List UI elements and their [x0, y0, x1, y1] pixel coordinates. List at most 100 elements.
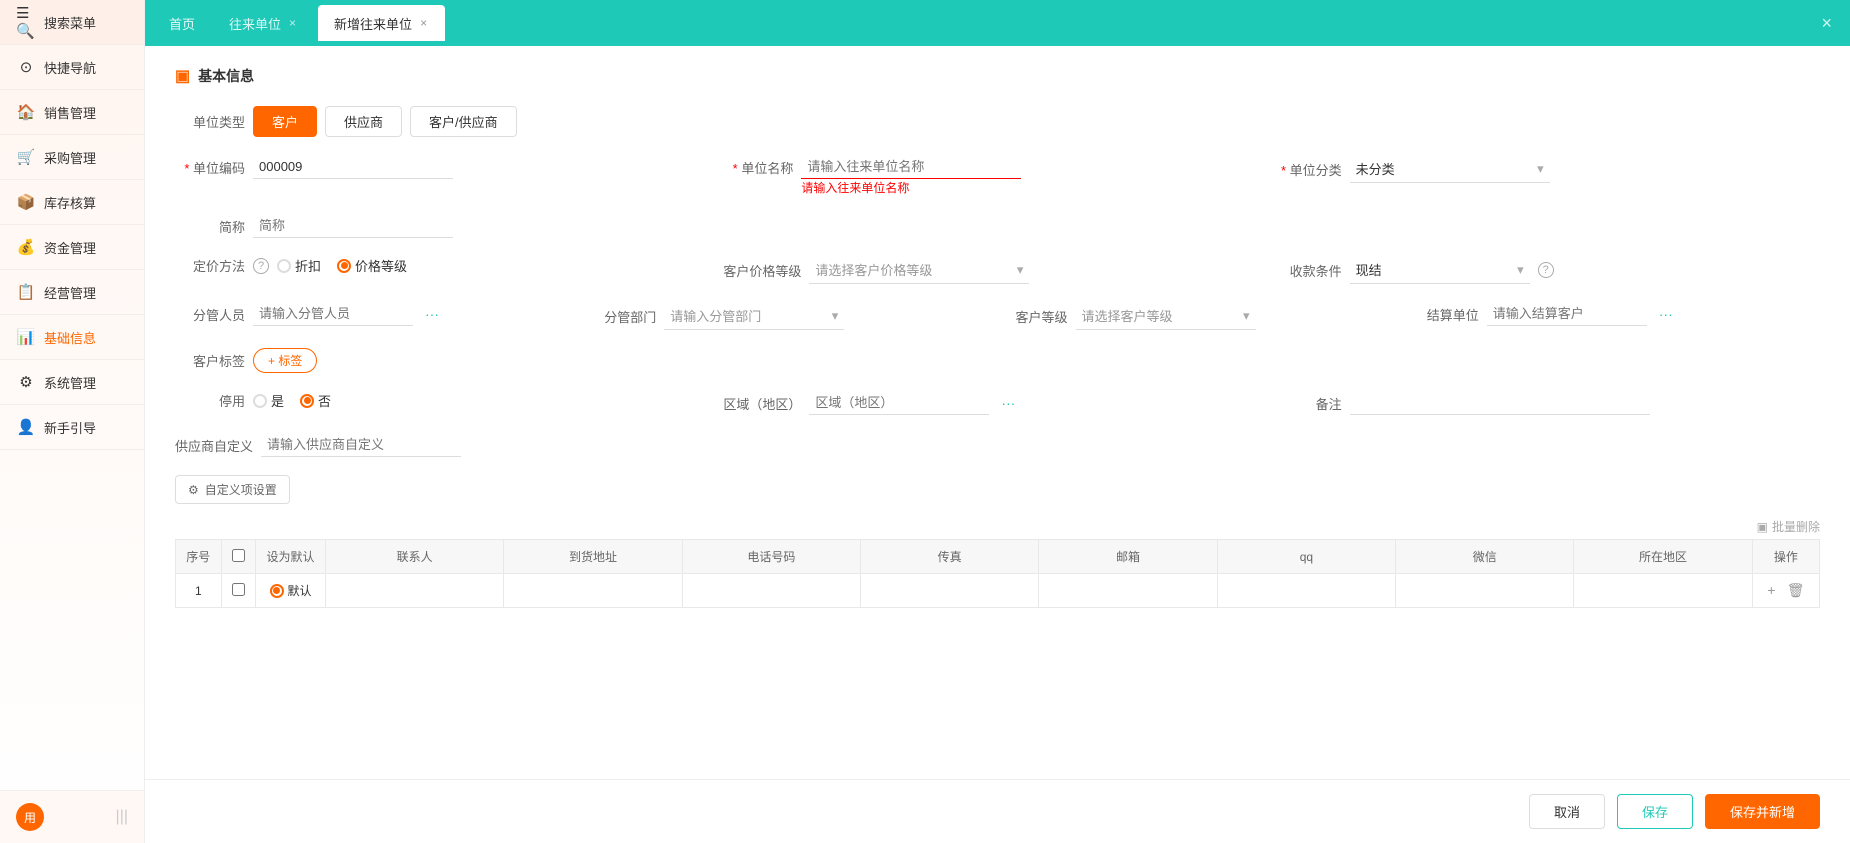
region-input[interactable]	[809, 391, 989, 415]
unit-type-customer[interactable]: 客户	[253, 106, 317, 137]
area-input[interactable]	[1592, 584, 1734, 598]
col-seq: 序号	[176, 540, 222, 574]
manager-input[interactable]	[253, 302, 413, 326]
dept-chevron-icon: ▾	[832, 308, 839, 324]
tab-new-partner-close[interactable]: ×	[418, 14, 429, 32]
sidebar-item-label: 基础信息	[44, 328, 96, 347]
pricing-radio-group: 折扣 价格等级	[277, 256, 407, 275]
pricing-price-level[interactable]: 价格等级	[337, 256, 407, 275]
customer-price-level-label: 客户价格等级	[723, 261, 801, 280]
sidebar-item-label: 经营管理	[44, 283, 96, 302]
add-row-button[interactable]: +	[1763, 580, 1779, 600]
unit-type-both[interactable]: 客户/供应商	[410, 106, 517, 137]
sidebar-item-sales[interactable]: 🏠 销售管理	[0, 90, 144, 135]
sidebar-item-search-menu[interactable]: ☰🔍 搜索菜单	[0, 0, 144, 45]
table-header-row: 序号 设为默认 联系人 到货地址 电话号码 传真 邮箱 qq 微信 所在地区 操…	[176, 540, 1820, 574]
pricing-row: 定价方法 ? 折扣 价格等级 客户价格等级 请选择客户价格等级	[175, 256, 1820, 284]
sidebar-item-label: 库存核算	[44, 193, 96, 212]
phone-input[interactable]	[701, 584, 843, 598]
payment-help-icon[interactable]: ?	[1538, 262, 1554, 278]
customer-level-label: 客户等级	[998, 307, 1068, 326]
customer-price-level-select[interactable]: 请选择客户价格等级 ▾	[809, 256, 1029, 284]
cell-phone	[682, 574, 860, 608]
cell-qq	[1217, 574, 1395, 608]
contact-input[interactable]	[344, 584, 486, 598]
payment-chevron-icon: ▾	[1517, 262, 1524, 278]
pricing-discount[interactable]: 折扣	[277, 256, 321, 275]
dept-select[interactable]: 请输入分管部门 ▾	[664, 302, 844, 330]
sidebar-item-finance[interactable]: 💰 资金管理	[0, 225, 144, 270]
sidebar-item-inventory[interactable]: 📦 库存核算	[0, 180, 144, 225]
basic-info-icon: 📊	[16, 327, 36, 347]
cell-email	[1039, 574, 1217, 608]
pricing-discount-radio	[277, 259, 291, 273]
manager-more-btn[interactable]: ···	[421, 306, 443, 322]
cell-wechat	[1396, 574, 1574, 608]
supplier-custom-label: 供应商自定义	[175, 436, 253, 455]
disabled-radio-group: 是 否	[253, 391, 331, 410]
wechat-input[interactable]	[1414, 584, 1556, 598]
purchase-icon: 🛒	[16, 147, 36, 167]
unit-name-input[interactable]	[801, 155, 1021, 179]
pricing-help-icon[interactable]: ?	[253, 258, 269, 274]
unit-name-label: 单位名称	[723, 158, 793, 177]
tab-home[interactable]: 首页	[155, 5, 209, 41]
sidebar-item-operation[interactable]: 📋 经营管理	[0, 270, 144, 315]
disabled-yes-radio	[253, 394, 267, 408]
row-checkbox[interactable]	[232, 583, 245, 596]
region-more-btn[interactable]: ···	[997, 395, 1019, 411]
unit-info-row: 单位编码 单位名称 请输入往来单位名称 单位分类 未分类 ▾	[175, 155, 1820, 196]
price-level-chevron-icon: ▾	[1017, 262, 1024, 278]
disabled-no[interactable]: 否	[300, 391, 331, 410]
tab-partners[interactable]: 往来单位 ×	[213, 5, 314, 41]
sidebar-item-basic-info[interactable]: 📊 基础信息	[0, 315, 144, 360]
customer-level-select[interactable]: 请选择客户等级 ▾	[1076, 302, 1256, 330]
remarks-input[interactable]	[1350, 391, 1650, 415]
sidebar-item-label: 销售管理	[44, 103, 96, 122]
sidebar-item-label: 系统管理	[44, 373, 96, 392]
add-tag-button[interactable]: + 标签	[253, 348, 317, 373]
sidebar-item-label: 采购管理	[44, 148, 96, 167]
unit-category-select[interactable]: 未分类 ▾	[1350, 155, 1550, 183]
address-input[interactable]	[522, 584, 664, 598]
save-button[interactable]: 保存	[1617, 794, 1693, 829]
delete-row-button[interactable]: 🗑	[1783, 580, 1809, 601]
tab-bar-close-all[interactable]: ×	[1813, 9, 1840, 38]
cell-area	[1574, 574, 1752, 608]
unit-code-input[interactable]	[253, 155, 453, 179]
batch-delete-area[interactable]: ▣ 批量删除	[175, 518, 1820, 535]
save-new-button[interactable]: 保存并新增	[1705, 794, 1820, 829]
unit-type-supplier[interactable]: 供应商	[325, 106, 402, 137]
short-name-input[interactable]	[253, 214, 453, 238]
supplier-custom-input[interactable]	[261, 433, 461, 457]
sidebar-item-beginner[interactable]: 👤 新手引导	[0, 405, 144, 450]
batch-delete-icon: ▣	[1757, 520, 1768, 534]
cancel-button[interactable]: 取消	[1529, 794, 1605, 829]
user-avatar: 用	[16, 803, 44, 831]
sidebar-item-quick-nav[interactable]: ⊙ 快捷导航	[0, 45, 144, 90]
pricing-level-radio	[337, 259, 351, 273]
qq-input[interactable]	[1236, 584, 1378, 598]
col-email: 邮箱	[1039, 540, 1217, 574]
disabled-yes[interactable]: 是	[253, 391, 284, 410]
sidebar-item-system[interactable]: ⚙ 系统管理	[0, 360, 144, 405]
custom-settings-button[interactable]: ⚙ 自定义项设置	[175, 475, 290, 504]
select-all-checkbox[interactable]	[232, 549, 245, 562]
default-radio-item[interactable]: 默认	[266, 582, 315, 599]
payment-terms-select[interactable]: 现结 ▾	[1350, 256, 1530, 284]
fax-input[interactable]	[879, 584, 1021, 598]
email-input[interactable]	[1057, 584, 1199, 598]
tab-partners-close[interactable]: ×	[287, 14, 298, 32]
settlement-more-btn[interactable]: ···	[1655, 306, 1677, 322]
sidebar-item-label: 新手引导	[44, 418, 96, 437]
tags-label: 客户标签	[175, 351, 245, 370]
bars-icon: |||	[116, 808, 128, 826]
short-name-row: 简称	[175, 214, 1820, 238]
col-qq: qq	[1217, 540, 1395, 574]
settlement-input[interactable]	[1487, 302, 1647, 326]
tab-new-partner[interactable]: 新增往来单位 ×	[318, 5, 445, 41]
sidebar-item-purchase[interactable]: 🛒 采购管理	[0, 135, 144, 180]
form-content: ▣ 基本信息 单位类型 客户 供应商 客户/供应商 单位编码	[145, 46, 1850, 779]
disabled-label: 停用	[175, 391, 245, 410]
pricing-method-label: 定价方法	[175, 256, 245, 275]
